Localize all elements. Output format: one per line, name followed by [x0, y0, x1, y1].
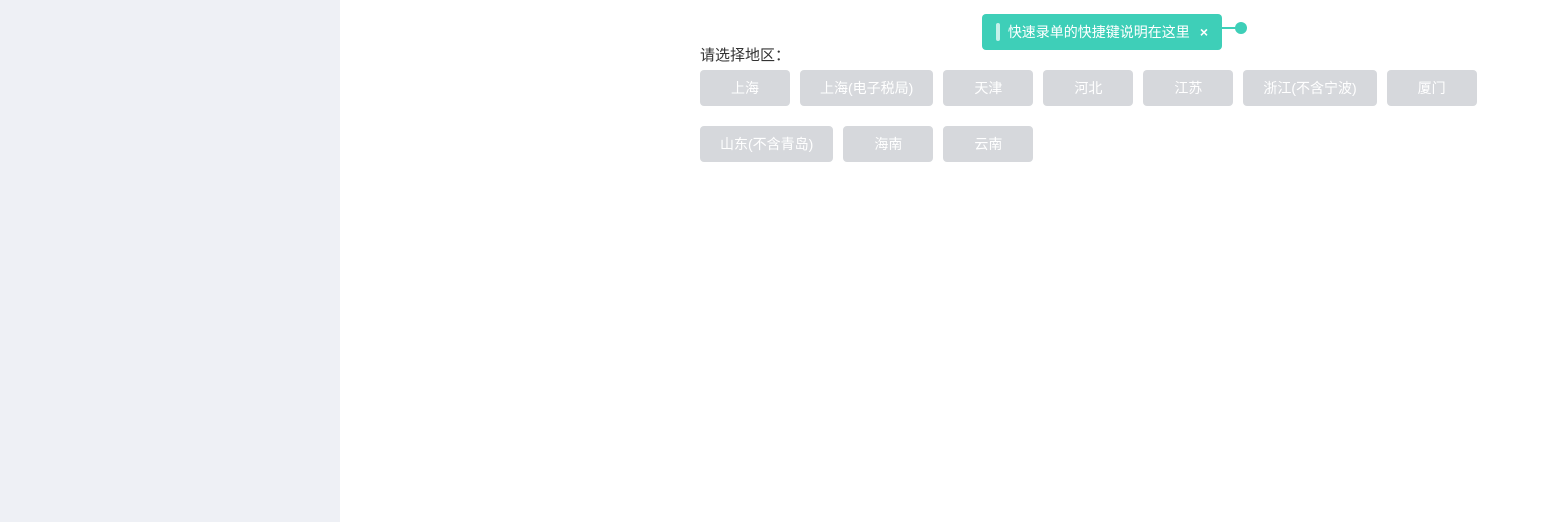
region-row-2: 山东(不含青岛) 海南云南 — [700, 126, 1033, 162]
region-button[interactable]: 浙江(不含宁波) — [1243, 70, 1376, 106]
region-button[interactable]: 上海 — [700, 70, 790, 106]
region-buttons: 上海上海(电子税局) 天津河北江苏浙江(不含宁波) 厦门 山东(不含青岛) 海南云南 — [700, 70, 1562, 162]
region-button[interactable]: 天津 — [943, 70, 1033, 106]
region-button[interactable]: 上海(电子税局) — [800, 70, 933, 106]
tooltip-bar — [996, 23, 1000, 41]
close-button[interactable]: × — [1200, 24, 1208, 40]
sidebar — [0, 0, 340, 522]
page-label: 请选择地区： — [700, 44, 790, 65]
region-row-1: 上海上海(电子税局) 天津河北江苏浙江(不含宁波) 厦门 — [700, 70, 1477, 106]
region-button[interactable]: 海南 — [843, 126, 933, 162]
tooltip-banner: 快速录单的快捷键说明在这里 × — [982, 14, 1222, 50]
tooltip-text: 快速录单的快捷键说明在这里 — [1008, 22, 1190, 42]
region-button[interactable]: 云南 — [943, 126, 1033, 162]
main-content: 快速录单的快捷键说明在这里 × 请选择地区： 上海上海(电子税局) 天津河北江苏浙… — [340, 0, 1562, 522]
region-button[interactable]: 江苏 — [1143, 70, 1233, 106]
region-button[interactable]: 山东(不含青岛) — [700, 126, 833, 162]
tooltip-dot — [1235, 22, 1247, 34]
region-button[interactable]: 厦门 — [1387, 70, 1477, 106]
region-button[interactable]: 河北 — [1043, 70, 1133, 106]
